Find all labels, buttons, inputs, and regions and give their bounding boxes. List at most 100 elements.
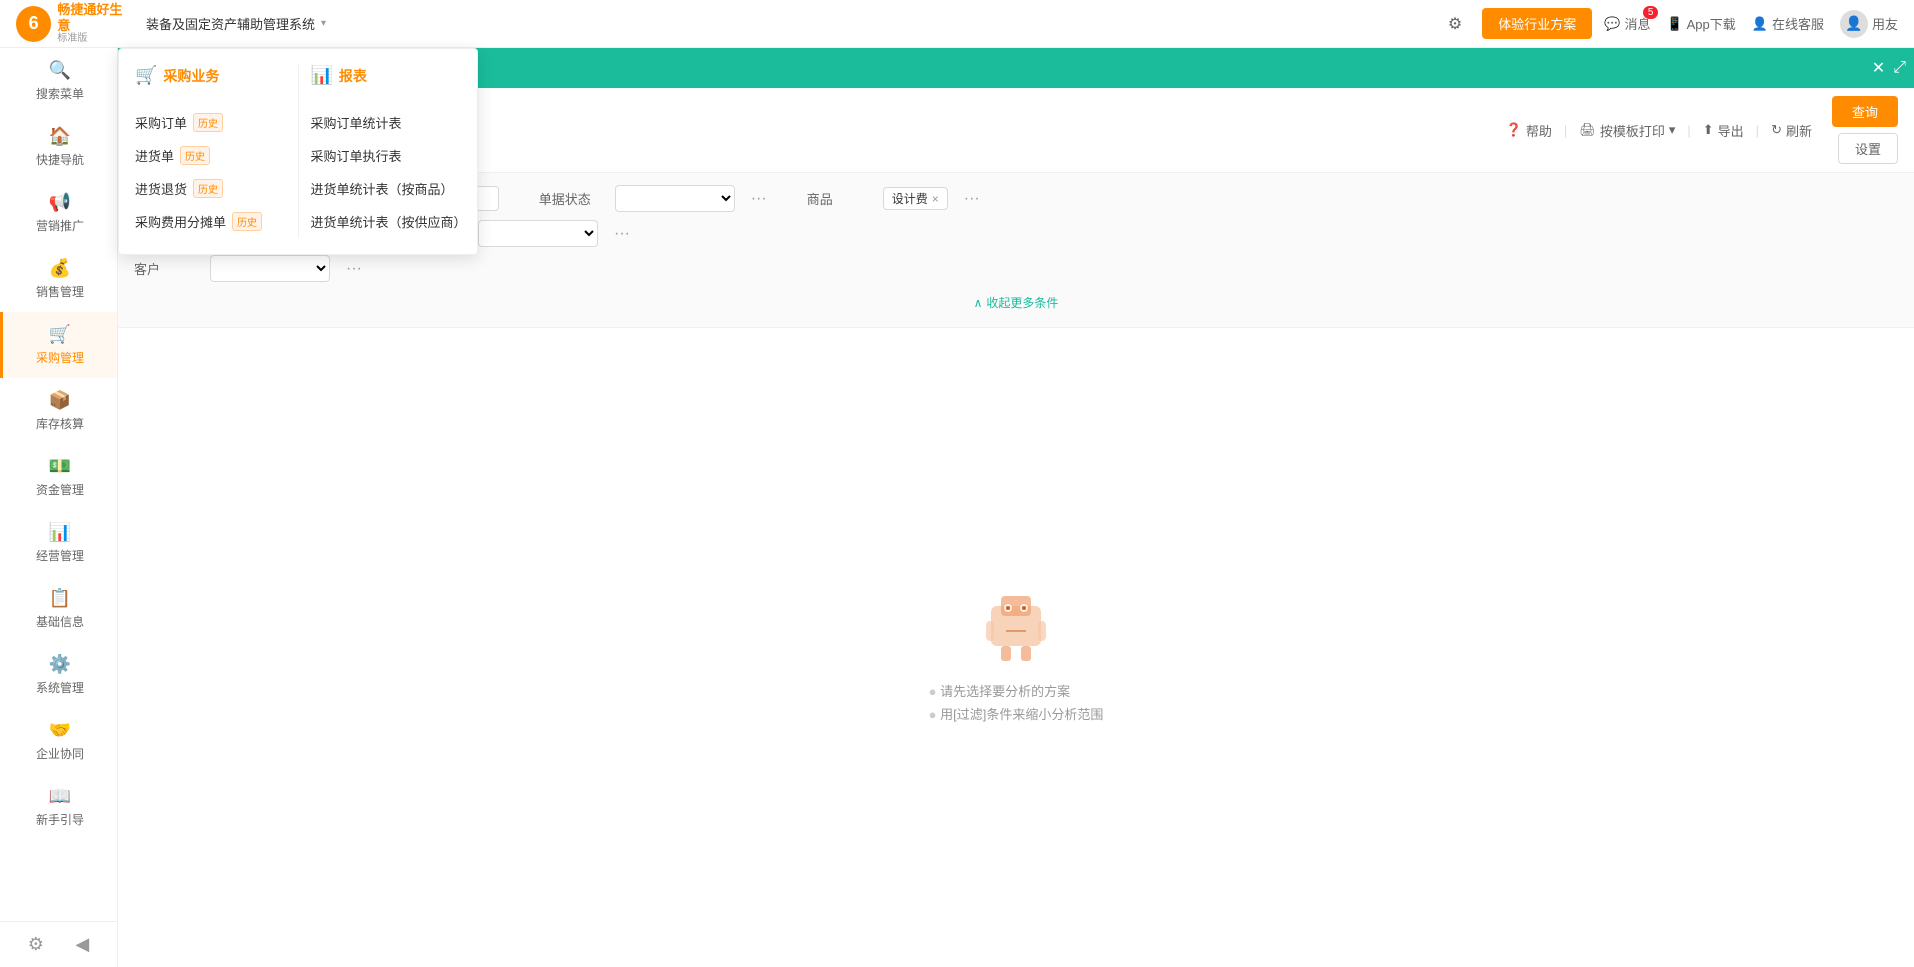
dropdown-item-stock-in-by-supplier[interactable]: 进货单统计表（按供应商） [311, 205, 462, 238]
sales-icon: 💰 [49, 258, 71, 279]
logo-line1: 畅捷通好生意 [57, 2, 134, 33]
settings-bottom-icon[interactable]: ⚙ [28, 934, 44, 955]
help-icon: ❓ [1506, 122, 1522, 138]
topbar-right: 💬 消息 5 📱 App下载 👤 在线客服 👤 用友 [1604, 10, 1898, 38]
sidebar-item-marketing[interactable]: 📢 营销推广 [0, 180, 117, 246]
sidebar-item-finance[interactable]: 💵 资金管理 [0, 444, 117, 510]
print-dropdown-icon: ▾ [1669, 122, 1676, 138]
industry-button[interactable]: 体验行业方案 [1482, 8, 1592, 39]
customer-dots[interactable]: ··· [346, 260, 362, 278]
goods-label: 商品 [807, 189, 867, 208]
purchase-col: 🛒 采购业务 采购订单 历史 进货单 历史 进货退货 历史 采购费用分摊单 历史 [135, 65, 286, 238]
sidebar-item-guide[interactable]: 📖 新手引导 [0, 774, 117, 840]
close-window-icon[interactable]: ✕ [1872, 58, 1885, 78]
system-selector[interactable]: 装备及固定资产辅助管理系统 ▾ [146, 14, 1436, 33]
hist-badge-3: 历史 [193, 179, 223, 198]
salesman-dots[interactable]: ··· [614, 225, 630, 243]
phone-icon: 📱 [1666, 16, 1682, 32]
report-col: 📊 报表 采购订单统计表 采购订单执行表 进货单统计表（按商品） 进货单统计表（… [311, 65, 462, 238]
collapse-filters-button[interactable]: ∧ 收起更多条件 [134, 290, 1898, 315]
maximize-icon[interactable]: ⤢ [1893, 59, 1906, 77]
dropdown-item-stock-in-by-goods[interactable]: 进货单统计表（按商品） [311, 172, 462, 205]
app-download-button[interactable]: 📱 App下载 [1666, 14, 1735, 33]
voucher-status-label: 单据状态 [539, 189, 599, 208]
voucher-status-select[interactable] [615, 185, 735, 212]
online-service-button[interactable]: 👤 在线客服 [1752, 14, 1824, 33]
collapse-up-icon: ∧ [974, 296, 983, 310]
logo: 6 畅捷通好生意 标准版 [16, 2, 134, 45]
inventory-icon: 📦 [49, 390, 71, 411]
purchase-col-icon: 🛒 [135, 65, 157, 86]
empty-illustration [966, 571, 1066, 671]
search-icon: 🔍 [49, 60, 71, 81]
print-template-button[interactable]: 🖨 按模板打印 ▾ [1579, 121, 1675, 140]
avatar: 👤 [1840, 10, 1868, 38]
system-icon: ⚙️ [49, 654, 71, 675]
refresh-icon: ↻ [1771, 122, 1782, 138]
sidebar-item-search[interactable]: 🔍 搜索菜单 [0, 48, 117, 114]
message-badge: 5 [1643, 6, 1659, 19]
operations-icon: 📊 [49, 522, 71, 543]
sidebar-item-basic-info[interactable]: 📋 基础信息 [0, 576, 117, 642]
purchase-icon: 🛒 [49, 324, 71, 345]
purchase-col-title: 🛒 采购业务 [135, 65, 286, 94]
gear-icon[interactable]: ⚙ [1448, 14, 1462, 34]
hist-badge-2: 历史 [180, 146, 210, 165]
tab-right-controls: ✕ ⤢ [1872, 58, 1906, 78]
home-icon: 🏠 [49, 126, 71, 147]
sidebar-item-purchase[interactable]: 🛒 采购管理 [0, 312, 117, 378]
goods-tag: 设计费 × [883, 187, 948, 210]
sidebar-item-inventory[interactable]: 📦 库存核算 [0, 378, 117, 444]
report-col-title: 📊 报表 [311, 65, 462, 94]
basic-info-icon: 📋 [49, 588, 71, 609]
finance-icon: 💵 [49, 456, 71, 477]
dropdown-divider [298, 65, 299, 238]
sidebar-item-enterprise[interactable]: 🤝 企业协同 [0, 708, 117, 774]
enterprise-icon: 🤝 [49, 720, 71, 741]
dropdown-item-purchase-expense[interactable]: 采购费用分摊单 历史 [135, 205, 286, 238]
service-icon: 👤 [1752, 16, 1768, 32]
chevron-down-icon: ▾ [321, 18, 326, 29]
topbar: 6 畅捷通好生意 标准版 装备及固定资产辅助管理系统 ▾ ⚙ 体验行业方案 💬 … [0, 0, 1914, 48]
logo-line2: 标准版 [57, 33, 134, 45]
sidebar-item-operations[interactable]: 📊 经营管理 [0, 510, 117, 576]
hist-badge-4: 历史 [232, 212, 262, 231]
voucher-status-dots[interactable]: ··· [751, 190, 767, 208]
query-button[interactable]: 查询 [1832, 96, 1898, 127]
filter-row-3: 客户 ··· [134, 255, 1898, 282]
settings-button[interactable]: 设置 [1838, 133, 1898, 164]
dropdown-item-purchase-order[interactable]: 采购订单 历史 [135, 106, 286, 139]
sidebar-item-system[interactable]: ⚙️ 系统管理 [0, 642, 117, 708]
sidebar-item-sales[interactable]: 💰 销售管理 [0, 246, 117, 312]
export-icon: ⬆ [1703, 122, 1714, 138]
salesman-select[interactable] [478, 220, 598, 247]
goods-dots[interactable]: ··· [964, 190, 980, 208]
report-col-icon: 📊 [311, 65, 333, 86]
sidebar-item-quick-nav[interactable]: 🏠 快捷导航 [0, 114, 117, 180]
collapse-sidebar-icon[interactable]: ◀ [75, 934, 89, 955]
dropdown-item-purchase-order-exec[interactable]: 采购订单执行表 [311, 139, 462, 172]
message-button[interactable]: 💬 消息 5 [1604, 14, 1650, 33]
toolbar-separator3: | [1756, 123, 1759, 138]
user-menu[interactable]: 👤 用友 [1840, 10, 1898, 38]
empty-text: 请先选择要分析的方案 用[过滤]条件来缩小分析范围 [929, 679, 1104, 725]
refresh-button[interactable]: ↻ 刷新 [1771, 121, 1812, 140]
toolbar-separator: | [1564, 123, 1567, 138]
hist-badge-1: 历史 [193, 113, 223, 132]
help-button[interactable]: ❓ 帮助 [1506, 121, 1552, 140]
dropdown-item-purchase-order-stats[interactable]: 采购订单统计表 [311, 106, 462, 139]
goods-tag-close-icon[interactable]: × [932, 192, 939, 206]
export-button[interactable]: ⬆ 导出 [1703, 121, 1744, 140]
toolbar-separator2: | [1687, 123, 1690, 138]
empty-state: 请先选择要分析的方案 用[过滤]条件来缩小分析范围 [118, 328, 1914, 967]
system-name: 装备及固定资产辅助管理系统 [146, 14, 315, 33]
sidebar: 🔍 搜索菜单 🏠 快捷导航 📢 营销推广 💰 销售管理 🛒 采购管理 📦 库存核… [0, 48, 118, 967]
customer-label: 客户 [134, 259, 194, 278]
dropdown-item-stock-in[interactable]: 进货单 历史 [135, 139, 286, 172]
toolbar-right-group: 查询 设置 [1832, 96, 1898, 164]
purchase-dropdown-menu: 🛒 采购业务 采购订单 历史 进货单 历史 进货退货 历史 采购费用分摊单 历史… [118, 48, 478, 255]
marketing-icon: 📢 [49, 192, 71, 213]
guide-icon: 📖 [49, 786, 71, 807]
customer-select[interactable] [210, 255, 330, 282]
dropdown-item-stock-return[interactable]: 进货退货 历史 [135, 172, 286, 205]
